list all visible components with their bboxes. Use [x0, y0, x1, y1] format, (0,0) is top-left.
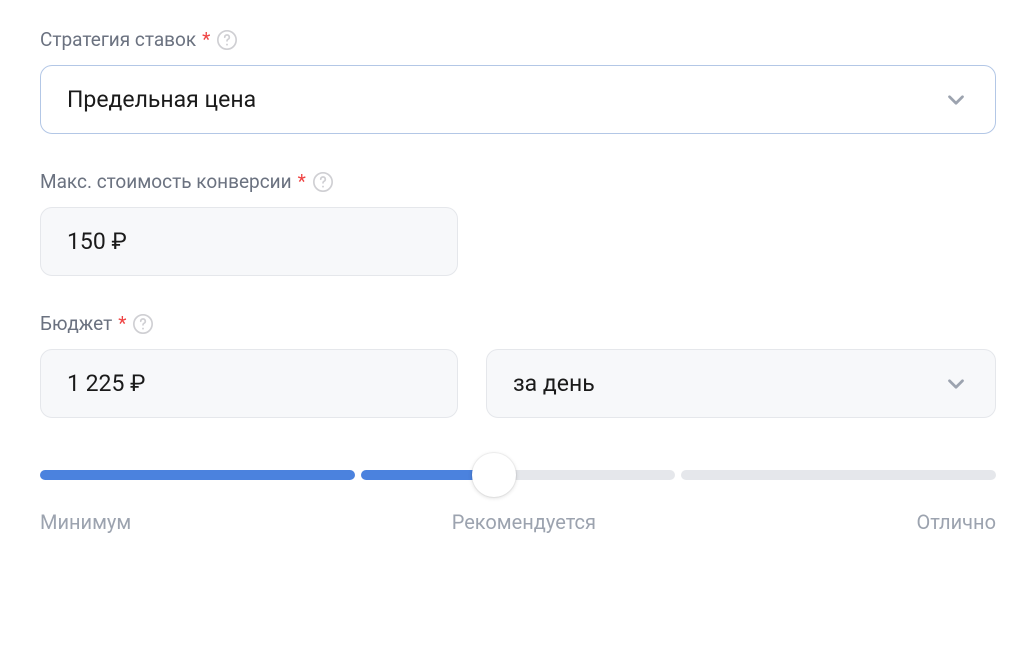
budget-label-row: Бюджет * [40, 312, 996, 335]
strategy-label: Стратегия ставок [40, 28, 196, 51]
budget-label: Бюджет [40, 312, 112, 335]
slider-labels: Минимум Рекомендуется Отлично [40, 510, 996, 534]
budget-row: 1 225 ₽ за день [40, 349, 996, 418]
strategy-value: Предельная цена [67, 86, 256, 113]
budget-slider[interactable]: Минимум Рекомендуется Отлично [40, 470, 996, 534]
max-cost-label-row: Макс. стоимость конверсии * [40, 170, 996, 193]
slider-label-max: Отлично [916, 510, 996, 534]
max-cost-input[interactable]: 150 ₽ [40, 207, 458, 276]
required-asterisk: * [202, 28, 210, 51]
max-cost-field: Макс. стоимость конверсии * 150 ₽ [40, 170, 996, 276]
slider-thumb[interactable] [472, 453, 516, 497]
slider-segment-min [40, 470, 355, 480]
chevron-down-icon [943, 87, 969, 113]
chevron-down-icon [943, 371, 969, 397]
strategy-select[interactable]: Предельная цена [40, 65, 996, 134]
budget-field: Бюджет * 1 225 ₽ за день [40, 312, 996, 418]
slider-track [40, 470, 996, 480]
max-cost-value: 150 ₽ [67, 228, 127, 255]
slider-label-mid: Рекомендуется [452, 510, 596, 534]
required-asterisk: * [118, 312, 126, 335]
budget-period-value: за день [513, 370, 595, 397]
help-icon[interactable] [216, 29, 238, 51]
strategy-label-row: Стратегия ставок * [40, 28, 996, 51]
help-icon[interactable] [312, 171, 334, 193]
slider-segment-max [681, 470, 996, 480]
budget-period-select[interactable]: за день [486, 349, 996, 418]
required-asterisk: * [298, 170, 306, 193]
max-cost-label: Макс. стоимость конверсии [40, 170, 292, 193]
budget-value: 1 225 ₽ [67, 370, 145, 397]
strategy-field: Стратегия ставок * Предельная цена [40, 28, 996, 134]
slider-segment-mid [361, 470, 676, 480]
slider-label-min: Минимум [40, 510, 131, 534]
help-icon[interactable] [132, 313, 154, 335]
budget-input[interactable]: 1 225 ₽ [40, 349, 458, 418]
